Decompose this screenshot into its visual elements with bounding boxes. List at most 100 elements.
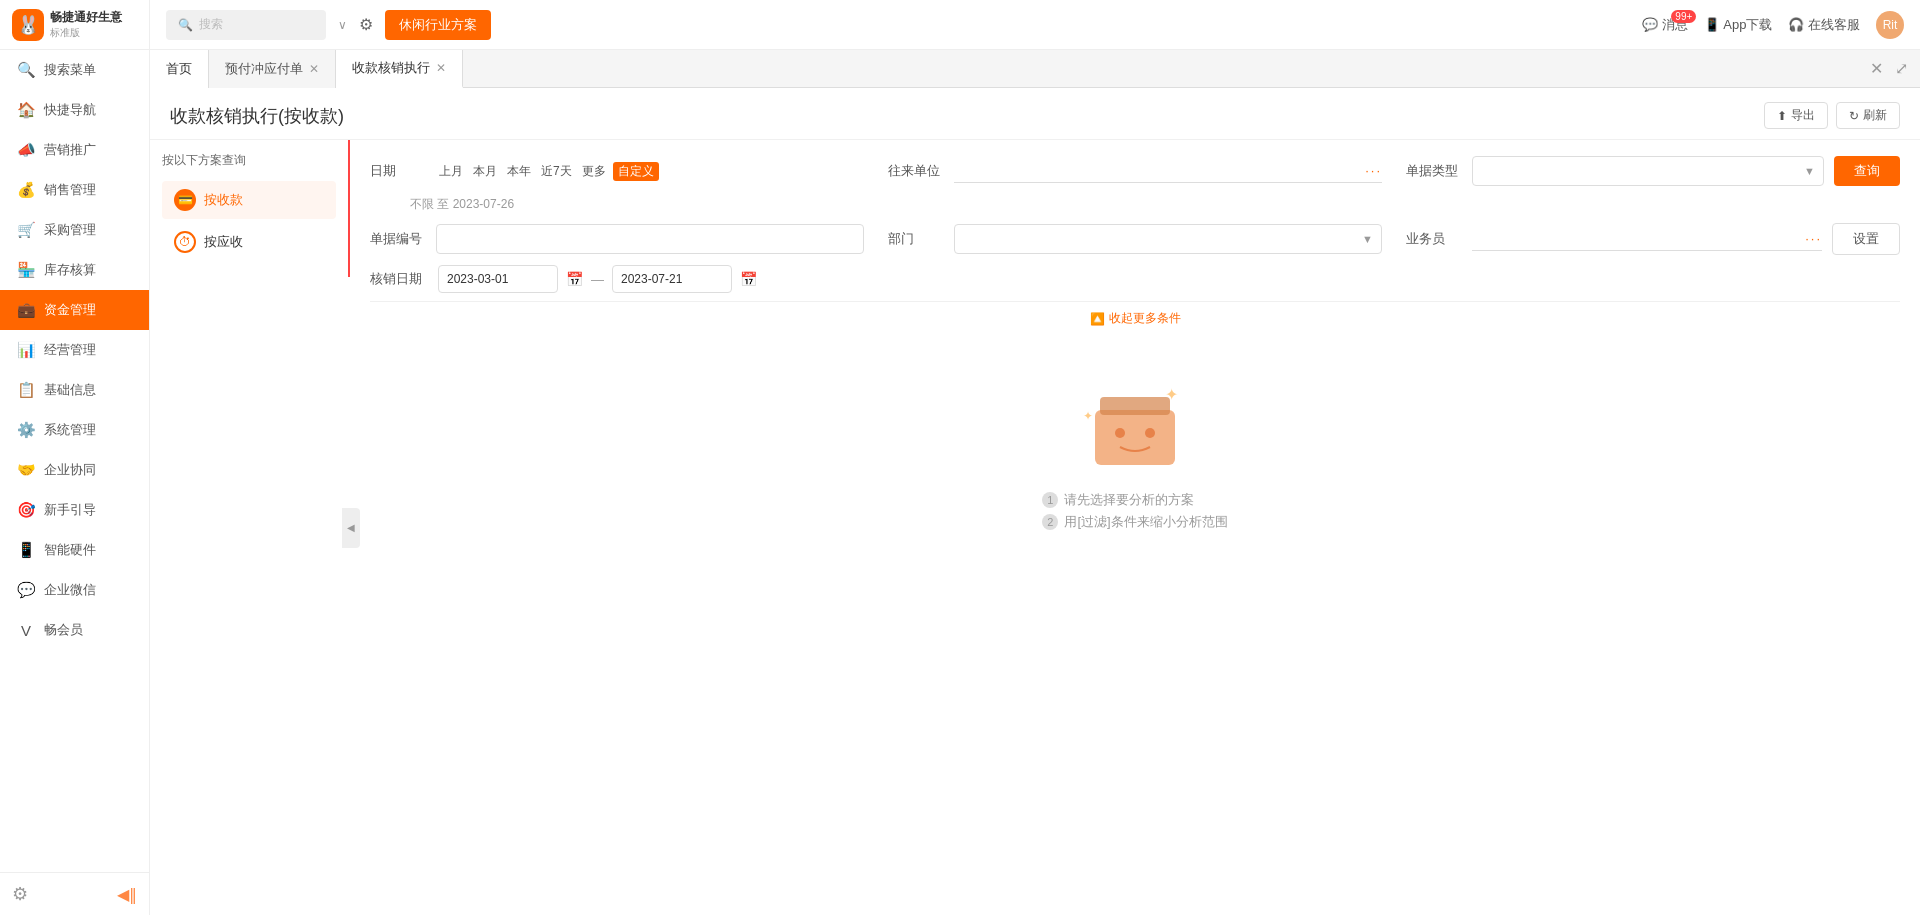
sidebar-item-marketing-label: 营销推广: [44, 141, 96, 159]
sidebar-item-enterprise[interactable]: 🤝 企业协同: [0, 450, 149, 490]
collapse-more-btn[interactable]: 🔼 收起更多条件: [370, 301, 1900, 335]
filter-panel-wrapper: 按以下方案查询 💳 按收款 ⏱ 按应收 ◀: [150, 140, 350, 915]
service-icon: 🎧: [1788, 17, 1804, 32]
sidebar-item-purchase[interactable]: 🛒 采购管理: [0, 210, 149, 250]
svg-text:✦: ✦: [1083, 409, 1093, 423]
tip-num-1: 1: [1042, 492, 1058, 508]
basicinfo-icon: 📋: [16, 380, 36, 400]
expand-tab-icon[interactable]: ⤢: [1891, 55, 1912, 82]
topbar-chevron-icon[interactable]: ∨: [338, 18, 347, 32]
verify-date-label: 核销日期: [370, 270, 430, 288]
sidebar-item-inventory[interactable]: 🏪 库存核算: [0, 250, 149, 290]
docno-input[interactable]: [436, 224, 864, 254]
topbar: 🔍 搜索 ∨ ⚙ 休闲行业方案 💬 99+ 消息 📱 App下载 🎧 在线客服 …: [150, 0, 1920, 50]
filter-by-receivable[interactable]: ⏱ 按应收: [162, 223, 336, 261]
collapse-filter-btn[interactable]: ◀: [342, 508, 360, 548]
download-icon: 📱: [1704, 17, 1720, 32]
home-icon: 🏠: [16, 100, 36, 120]
user-avatar[interactable]: Rit: [1876, 11, 1904, 39]
dept-filter-row: 部门 ▼: [888, 224, 1382, 254]
sidebar-footer: ⚙ ◀‖: [0, 872, 149, 915]
tab-receipt-verify[interactable]: 收款核销执行 ✕: [336, 50, 463, 88]
date-label: 日期: [370, 162, 430, 180]
filter-by-receipt-label: 按收款: [204, 191, 243, 209]
setting-button[interactable]: 设置: [1832, 223, 1900, 255]
date-tag-this-year[interactable]: 本年: [504, 162, 534, 181]
search-button[interactable]: 查询: [1834, 156, 1900, 186]
finance-icon: 💼: [16, 300, 36, 320]
sidebar-item-finance[interactable]: 💼 资金管理: [0, 290, 149, 330]
sidebar-item-vip[interactable]: V 畅会员: [0, 610, 149, 650]
verify-date-end-input[interactable]: [612, 265, 732, 293]
logo-text: 畅捷通好生意 标准版: [50, 9, 122, 40]
empty-tip-1: 1 请先选择要分析的方案: [1042, 491, 1227, 509]
refresh-button[interactable]: ↻ 刷新: [1836, 102, 1900, 129]
close-tab-icon[interactable]: ✕: [1866, 55, 1887, 82]
counterpart-filter-row: 往来单位 ···: [888, 159, 1382, 183]
date-tag-more[interactable]: 更多: [579, 162, 609, 181]
tab-prepay[interactable]: 预付冲应付单 ✕: [209, 50, 336, 88]
staff-select-btn[interactable]: ···: [1805, 231, 1822, 246]
refresh-icon: ↻: [1849, 109, 1859, 123]
tip-num-2: 2: [1042, 514, 1058, 530]
verify-date-start-input[interactable]: [438, 265, 558, 293]
dept-select[interactable]: ▼: [954, 224, 1382, 254]
verify-date-start-calendar-icon[interactable]: 📅: [566, 271, 583, 287]
date-tag-last-month[interactable]: 上月: [436, 162, 466, 181]
svg-point-2: [1115, 428, 1125, 438]
topbar-right: 💬 99+ 消息 📱 App下载 🎧 在线客服 Rit: [1642, 11, 1904, 39]
filter-by-receipt[interactable]: 💳 按收款: [162, 181, 336, 219]
date-unlimited-text: 不限 至 2023-07-26: [410, 196, 1900, 213]
sidebar-item-sales[interactable]: 💰 销售管理: [0, 170, 149, 210]
doctype-filter-row: 单据类型 ▼ 查询: [1406, 156, 1900, 186]
message-badge-count: 99+: [1671, 10, 1696, 23]
sidebar-item-sysadmin[interactable]: ⚙️ 系统管理: [0, 410, 149, 450]
docno-label: 单据编号: [370, 230, 430, 248]
empty-illustration: ✦ ✦: [1075, 375, 1195, 475]
sidebar-item-wechat[interactable]: 💬 企业微信: [0, 570, 149, 610]
svg-rect-1: [1100, 397, 1170, 415]
tab-prepay-close[interactable]: ✕: [309, 62, 319, 76]
tab-receipt-verify-close[interactable]: ✕: [436, 61, 446, 75]
filter-panel: 按以下方案查询 💳 按收款 ⏱ 按应收: [150, 140, 350, 277]
sidebar-item-sysadmin-label: 系统管理: [44, 421, 96, 439]
sidebar-item-marketing[interactable]: 📣 营销推广: [0, 130, 149, 170]
sidebar-item-guide[interactable]: 🎯 新手引导: [0, 490, 149, 530]
topbar-search-input[interactable]: 🔍 搜索: [166, 10, 326, 40]
docno-filter-row: 单据编号: [370, 224, 864, 254]
settings-icon[interactable]: ⚙: [12, 883, 28, 905]
sidebar-item-search-label: 搜索菜单: [44, 61, 96, 79]
date-tag-7days[interactable]: 近7天: [538, 162, 575, 181]
content-area: 按以下方案查询 💳 按收款 ⏱ 按应收 ◀: [150, 140, 1920, 915]
topbar-search-icon: 🔍: [178, 18, 193, 32]
empty-state: ✦ ✦ 1 请先选择要分析的方案 2 用[过滤]条件来缩小分析范围: [370, 335, 1900, 531]
sidebar-item-hardware[interactable]: 📱 智能硬件: [0, 530, 149, 570]
date-tag-this-month[interactable]: 本月: [470, 162, 500, 181]
doctype-select[interactable]: ▼: [1472, 156, 1824, 186]
tab-home[interactable]: 首页: [150, 50, 209, 88]
solution-button[interactable]: 休闲行业方案: [385, 10, 491, 40]
counterpart-select-btn[interactable]: ···: [1365, 163, 1382, 178]
sidebar-item-vip-label: 畅会员: [44, 621, 83, 639]
collapse-sidebar-btn[interactable]: ◀‖: [117, 885, 137, 904]
doctype-label: 单据类型: [1406, 162, 1466, 180]
tip-text-1: 请先选择要分析的方案: [1064, 491, 1194, 509]
svg-rect-0: [1095, 410, 1175, 465]
app-download-link[interactable]: 📱 App下载: [1704, 16, 1772, 34]
topbar-gear-icon[interactable]: ⚙: [359, 15, 373, 34]
sidebar-item-sales-label: 销售管理: [44, 181, 96, 199]
verify-date-row: 核销日期 📅 — 📅: [370, 265, 1900, 293]
date-tag-custom[interactable]: 自定义: [613, 162, 659, 181]
staff-filter-row: 业务员 ··· 设置: [1406, 223, 1900, 255]
sidebar-item-quicknav[interactable]: 🏠 快捷导航: [0, 90, 149, 130]
message-button[interactable]: 💬 99+ 消息: [1642, 16, 1688, 34]
sidebar-item-search[interactable]: 🔍 搜索菜单: [0, 50, 149, 90]
export-button[interactable]: ⬆ 导出: [1764, 102, 1828, 129]
online-service-link[interactable]: 🎧 在线客服: [1788, 16, 1860, 34]
sidebar-item-basicinfo[interactable]: 📋 基础信息: [0, 370, 149, 410]
verify-date-end-calendar-icon[interactable]: 📅: [740, 271, 757, 287]
tab-receipt-verify-label: 收款核销执行: [352, 59, 430, 77]
message-icon: 💬: [1642, 17, 1658, 32]
logo-icon: 🐰: [12, 9, 44, 41]
sidebar-item-operations[interactable]: 📊 经营管理: [0, 330, 149, 370]
